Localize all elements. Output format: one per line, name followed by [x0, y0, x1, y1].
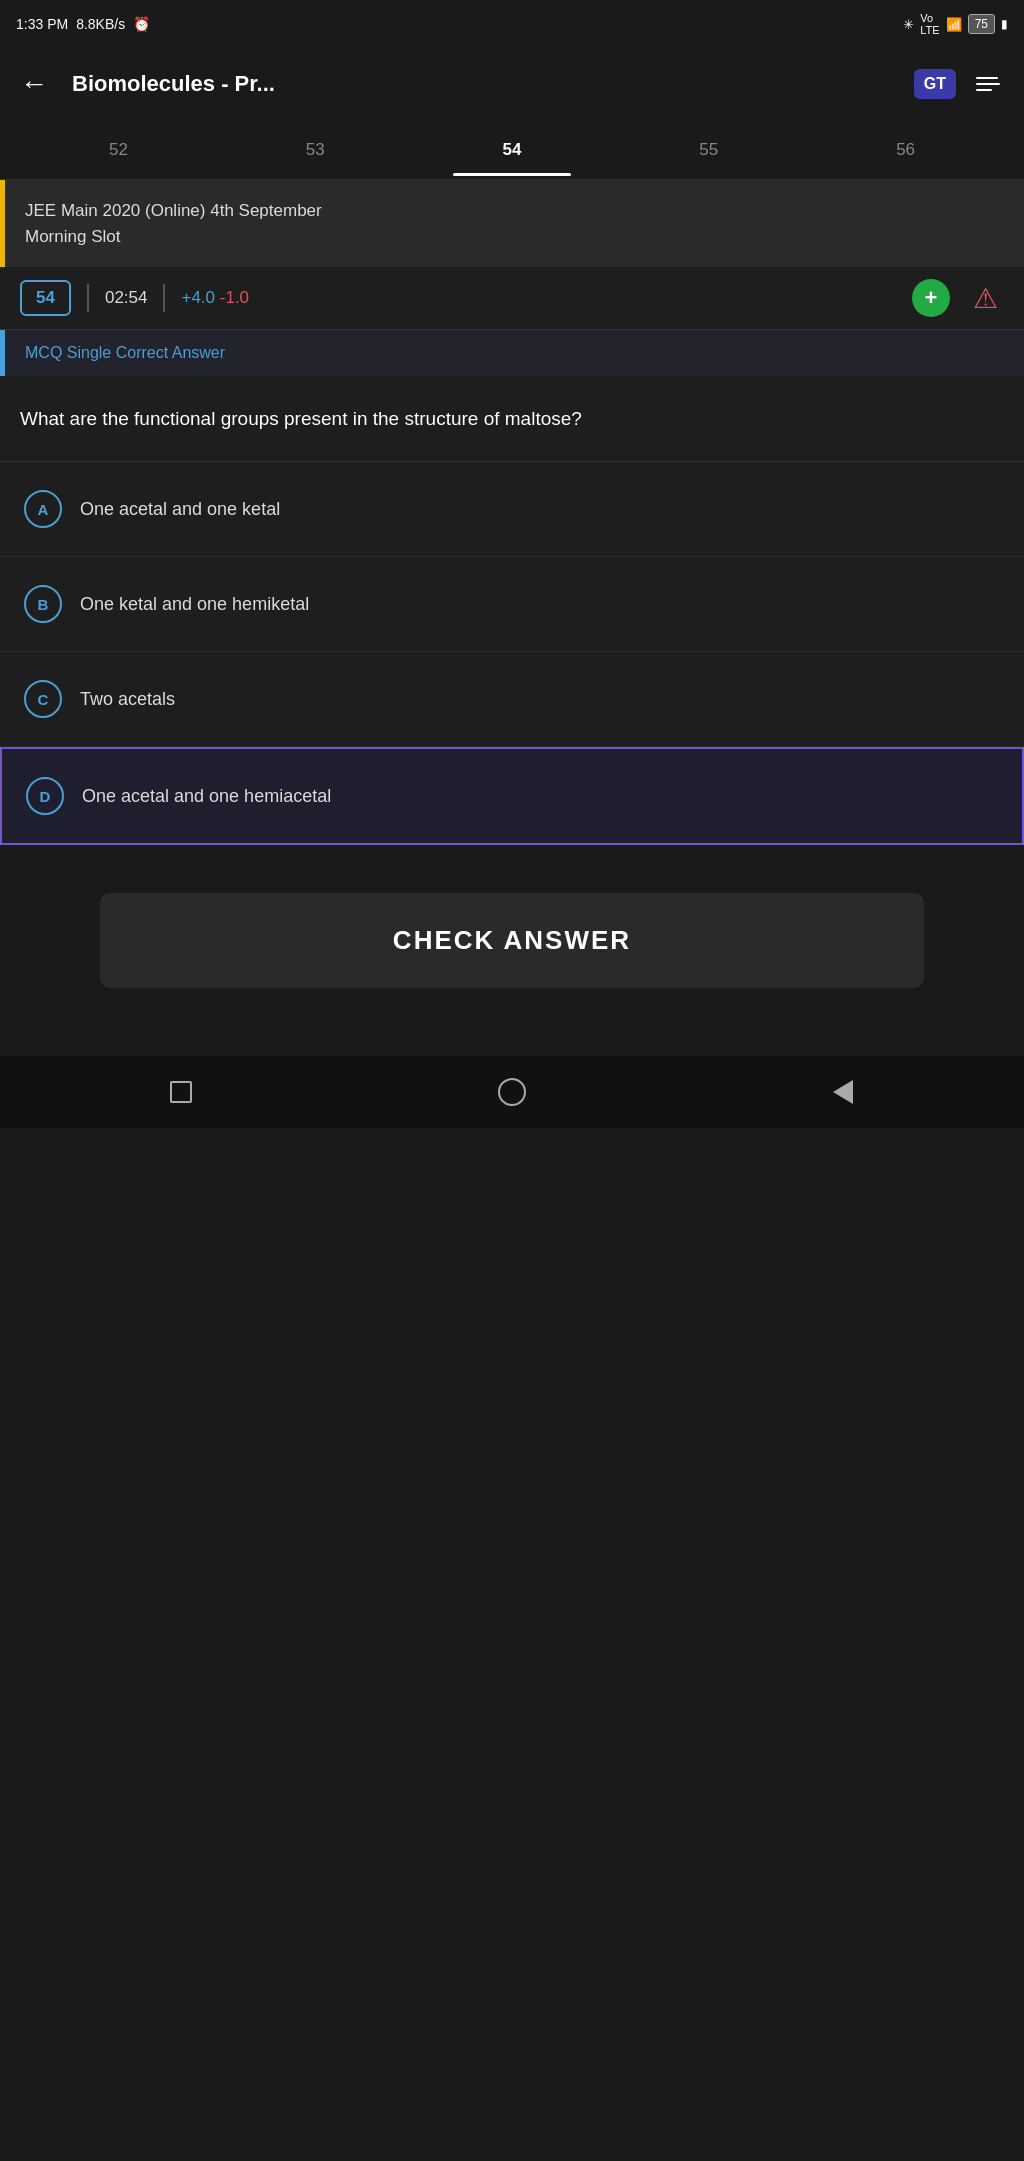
translate-button[interactable]: GT	[914, 69, 956, 99]
section-header: JEE Main 2020 (Online) 4th September Mor…	[0, 180, 1024, 267]
section-line1: JEE Main 2020 (Online) 4th September	[25, 201, 322, 220]
question-text: What are the functional groups present i…	[0, 376, 1024, 462]
option-d-text: One acetal and one hemiacetal	[82, 784, 331, 809]
meta-divider	[87, 284, 89, 312]
back-nav-button[interactable]	[823, 1072, 863, 1112]
option-c[interactable]: C Two acetals	[0, 652, 1024, 747]
tab-52[interactable]: 52	[20, 124, 217, 176]
tab-54[interactable]: 54	[414, 124, 611, 176]
check-answer-button[interactable]: CHECK ANSWER	[100, 893, 924, 988]
option-c-circle: C	[24, 680, 62, 718]
option-a-text: One acetal and one ketal	[80, 497, 280, 522]
option-c-text: Two acetals	[80, 687, 175, 712]
tab-55[interactable]: 55	[610, 124, 807, 176]
section-line2: Morning Slot	[25, 227, 120, 246]
question-type-label: MCQ Single Correct Answer	[25, 344, 225, 361]
option-a-label: A	[38, 501, 49, 518]
mark-positive: +4.0	[181, 288, 215, 307]
status-left: 1:33 PM 8.8KB/s ⏰	[16, 16, 150, 32]
page-title: Biomolecules - Pr...	[72, 71, 898, 97]
option-a-circle: A	[24, 490, 62, 528]
warning-icon: ⚠	[973, 282, 998, 315]
question-meta-bar: 54 02:54 +4.0 -1.0 + ⚠	[0, 267, 1024, 330]
menu-line-1	[976, 77, 998, 79]
question-marks: +4.0 -1.0	[181, 288, 249, 308]
meta-divider-2	[163, 284, 165, 312]
back-arrow-icon	[833, 1080, 853, 1104]
mcq-type-bar: MCQ Single Correct Answer	[0, 330, 1024, 376]
alarm-icon: ⏰	[133, 16, 150, 32]
bluetooth-icon: ✳	[903, 17, 914, 32]
option-d-circle: D	[26, 777, 64, 815]
tab-56[interactable]: 56	[807, 124, 1004, 176]
tab-53[interactable]: 53	[217, 124, 414, 176]
status-right: ✳ VoLTE 📶 75 ▮	[903, 12, 1008, 36]
square-nav-button[interactable]	[161, 1072, 201, 1112]
square-icon	[170, 1081, 192, 1103]
option-d[interactable]: D One acetal and one hemiacetal	[0, 747, 1024, 845]
check-answer-section: CHECK ANSWER	[0, 865, 1024, 1016]
warning-button[interactable]: ⚠	[966, 279, 1004, 317]
top-nav: ← Biomolecules - Pr... GT	[0, 48, 1024, 120]
question-number: 54	[20, 280, 71, 316]
option-b[interactable]: B One ketal and one hemiketal	[0, 557, 1024, 652]
battery-icon: ▮	[1001, 17, 1008, 31]
signal-icon: 📶	[946, 17, 962, 32]
mark-negative: -1.0	[220, 288, 249, 307]
option-b-circle: B	[24, 585, 62, 623]
question-timer: 02:54	[105, 288, 148, 308]
back-button[interactable]: ←	[20, 68, 48, 100]
option-b-label: B	[38, 596, 49, 613]
option-c-label: C	[38, 691, 49, 708]
volte-icon: VoLTE	[920, 12, 939, 36]
status-time: 1:33 PM	[16, 16, 68, 32]
menu-line-2	[976, 83, 1000, 85]
home-nav-button[interactable]	[492, 1072, 532, 1112]
option-a[interactable]: A One acetal and one ketal	[0, 462, 1024, 557]
option-d-label: D	[40, 788, 51, 805]
spacer-2	[0, 1016, 1024, 1056]
battery-badge: 75	[968, 14, 995, 34]
translate-icon: GT	[924, 75, 946, 93]
status-bar: 1:33 PM 8.8KB/s ⏰ ✳ VoLTE 📶 75 ▮	[0, 0, 1024, 48]
spacer	[0, 845, 1024, 865]
bottom-nav	[0, 1056, 1024, 1128]
question-body: What are the functional groups present i…	[20, 408, 582, 429]
menu-line-3	[976, 89, 992, 91]
option-b-text: One ketal and one hemiketal	[80, 592, 309, 617]
status-network: 8.8KB/s	[76, 16, 125, 32]
menu-button[interactable]	[972, 73, 1004, 95]
add-button[interactable]: +	[912, 279, 950, 317]
question-tabs: 52 53 54 55 56	[0, 120, 1024, 180]
circle-icon	[498, 1078, 526, 1106]
